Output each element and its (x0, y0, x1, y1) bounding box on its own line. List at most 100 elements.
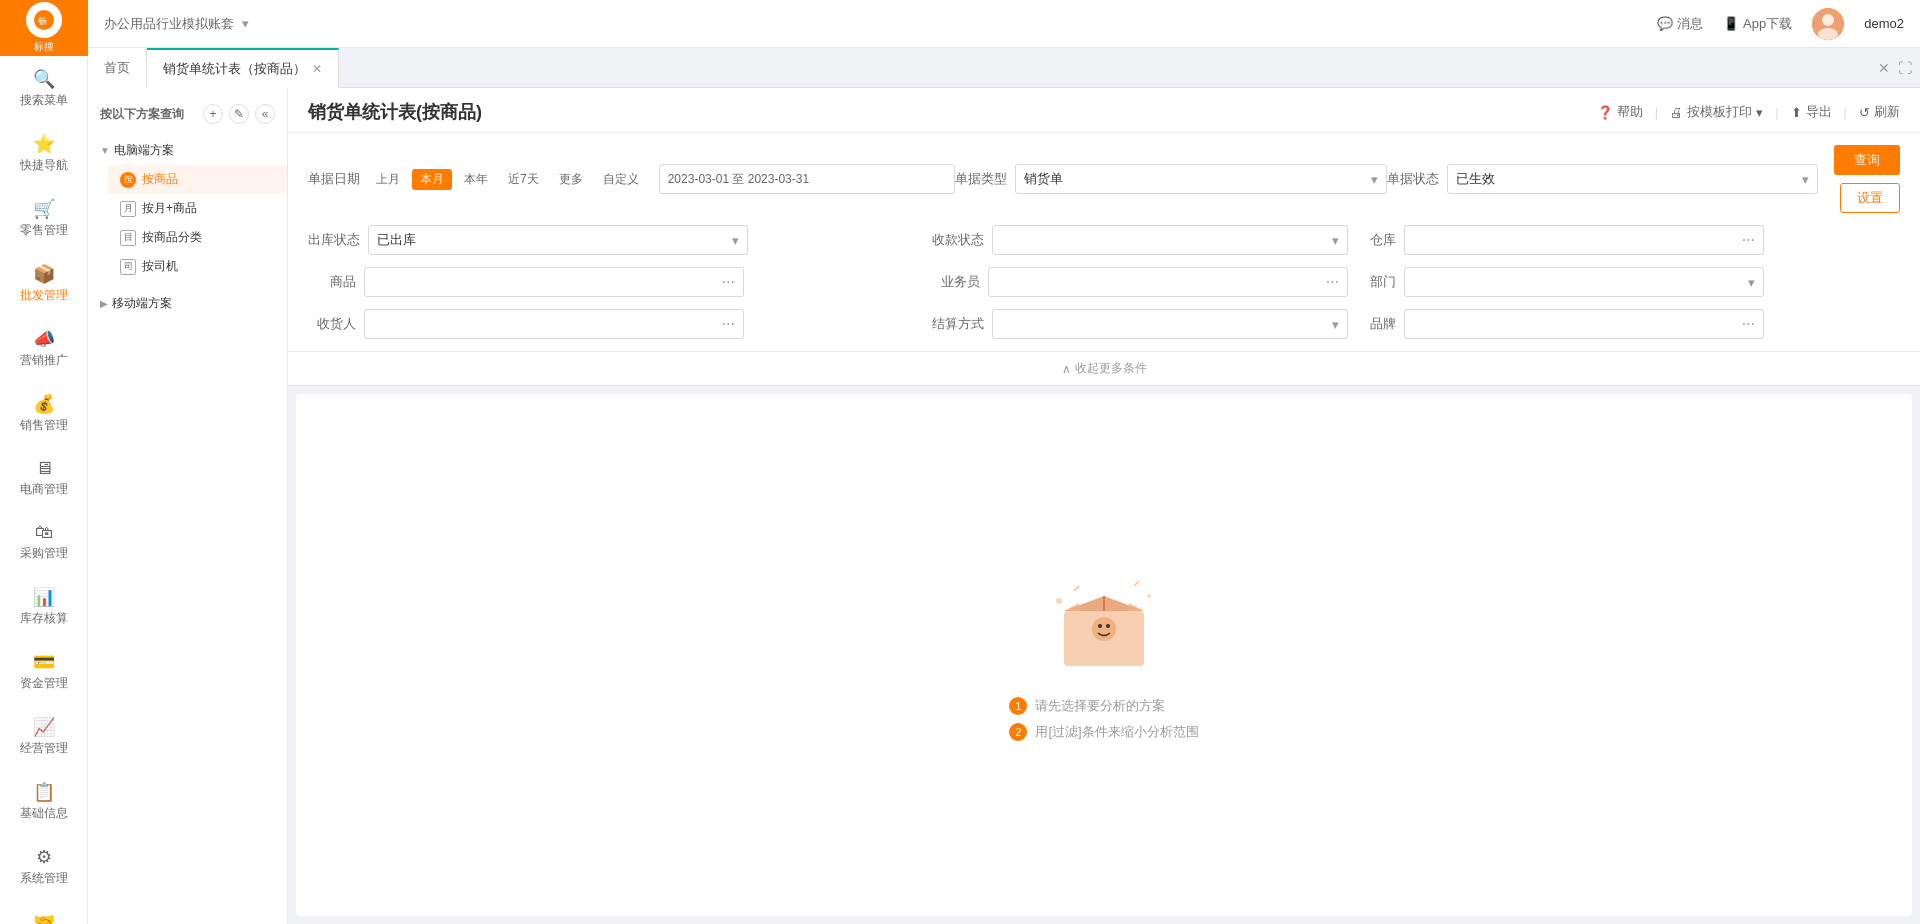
app-download-btn[interactable]: 📱 App下载 (1723, 15, 1792, 33)
brand-label: 品牌 (1348, 315, 1404, 333)
help-label: 帮助 (1617, 103, 1643, 121)
tab-close-all-icon[interactable]: ✕ (1878, 60, 1890, 76)
edit-scheme-btn[interactable]: ✎ (229, 104, 249, 124)
message-icon: 💬 (1657, 16, 1673, 31)
scheme-by-category[interactable]: 目 按商品分类 (108, 223, 287, 252)
dept-label: 部门 (1348, 273, 1404, 291)
app-download-label: App下载 (1743, 15, 1792, 33)
collect-status-arrow-icon: ▾ (1332, 233, 1339, 248)
sidebar-item-enterprise[interactable]: 🤝 企业协同 (0, 899, 87, 924)
sidebar-item-ecommerce-label: 电商管理 (20, 481, 68, 498)
date-range-display[interactable]: 2023-03-01 至 2023-03-31 (659, 164, 955, 194)
salesperson-label: 业务员 (932, 273, 988, 291)
scheme-by-driver[interactable]: 司 按司机 (108, 252, 287, 281)
help-btn[interactable]: ❓ 帮助 (1597, 103, 1643, 121)
tab-close-icon[interactable]: ✕ (312, 62, 322, 76)
tab-home-label: 首页 (104, 59, 130, 77)
empty-state: 1 请先选择要分析的方案 2 用[过滤]条件来缩小分析范围 (296, 394, 1912, 916)
date-this-year[interactable]: 本年 (456, 169, 496, 190)
print-btn[interactable]: 🖨 按模板打印 ▾ (1670, 103, 1763, 121)
logo[interactable]: 畅 标搜 (0, 0, 88, 56)
date-shortcuts: 上月 本月 本年 近7天 更多 自定义 (368, 169, 647, 190)
top-header: 办公用品行业模拟账套 ▾ 💬 消息 📱 App下载 demo2 (88, 0, 1920, 48)
sidebar-item-shortcut[interactable]: ⭐ 快捷导航 (0, 121, 87, 186)
sidebar-item-sales[interactable]: 💰 销售管理 (0, 381, 87, 446)
svg-point-3 (1822, 14, 1834, 26)
date-more[interactable]: 更多 (551, 169, 591, 190)
filter-brand: 品牌 ··· (1348, 309, 1764, 339)
collect-status-select[interactable]: ▾ (992, 225, 1348, 255)
tab-maximize-icon[interactable]: ⛶ (1898, 60, 1912, 76)
bill-status-select[interactable]: 已生效 ▾ (1447, 164, 1818, 194)
sidebar-item-finance[interactable]: 💳 资金管理 (0, 639, 87, 704)
operation-icon: 📈 (33, 716, 55, 738)
sidebar-item-shortcut-label: 快捷导航 (20, 157, 68, 174)
sidebar-item-inventory[interactable]: 📊 库存核算 (0, 574, 87, 639)
industry-selector[interactable]: 办公用品行业模拟账套 ▾ (104, 15, 249, 33)
print-dropdown-icon: ▾ (1756, 105, 1763, 120)
sidebar-item-operation-label: 经营管理 (20, 740, 68, 757)
warehouse-select[interactable]: ··· (1404, 225, 1764, 255)
receiver-dots-icon: ··· (722, 315, 735, 333)
message-btn[interactable]: 💬 消息 (1657, 15, 1703, 33)
sidebar-item-basic-label: 基础信息 (20, 805, 68, 822)
collapse-label: 收起更多条件 (1075, 360, 1147, 377)
sidebar-item-operation[interactable]: 📈 经营管理 (0, 704, 87, 769)
sidebar-item-purchase[interactable]: 🛍 采购管理 (0, 510, 87, 574)
query-button[interactable]: 查询 (1834, 145, 1900, 175)
sidebar-item-inventory-label: 库存核算 (20, 610, 68, 627)
settings-button[interactable]: 设置 (1840, 183, 1900, 213)
tab-home[interactable]: 首页 (88, 48, 147, 88)
sidebar-item-retail[interactable]: 🛒 零售管理 (0, 186, 87, 251)
inventory-icon: 📊 (33, 586, 55, 608)
add-scheme-btn[interactable]: + (203, 104, 223, 124)
scheme-by-goods[interactable]: 按 按商品 (108, 165, 287, 194)
sidebar-menu: 🔍 搜索菜单 ⭐ 快捷导航 🛒 零售管理 📦 批发管理 📣 营销推广 💰 销售管… (0, 56, 87, 924)
chevron-down-icon: ▼ (100, 145, 110, 156)
bill-type-value: 销货单 (1024, 170, 1063, 188)
help-icon: ❓ (1597, 105, 1613, 120)
warehouse-label: 仓库 (1348, 231, 1404, 249)
scheme-by-month-icon: 月 (120, 201, 136, 217)
out-status-select[interactable]: 已出库 ▾ (368, 225, 748, 255)
sidebar-item-wholesale[interactable]: 📦 批发管理 (0, 251, 87, 316)
goods-select[interactable]: ··· (364, 267, 744, 297)
out-status-value: 已出库 (377, 231, 416, 249)
pc-scheme-group-header[interactable]: ▼ 电脑端方案 (88, 136, 287, 165)
sidebar-item-system[interactable]: ⚙ 系统管理 (0, 834, 87, 899)
date-custom[interactable]: 自定义 (595, 169, 647, 190)
payment-select[interactable]: ▾ (992, 309, 1348, 339)
user-avatar[interactable] (1812, 8, 1844, 40)
date-last-month[interactable]: 上月 (368, 169, 408, 190)
bill-type-select[interactable]: 销货单 ▾ (1015, 164, 1386, 194)
salesperson-select[interactable]: ··· (988, 267, 1348, 297)
sidebar-item-ecommerce[interactable]: 🖥 电商管理 (0, 446, 87, 510)
export-btn[interactable]: ⬆ 导出 (1791, 103, 1832, 121)
user-name: demo2 (1864, 16, 1904, 31)
svg-point-9 (1106, 624, 1110, 628)
brand-select[interactable]: ··· (1404, 309, 1764, 339)
dept-select[interactable]: ▾ (1404, 267, 1764, 297)
tab-sales-stat[interactable]: 销货单统计表（按商品） ✕ (147, 48, 339, 88)
filter-goods: 商品 ··· (308, 267, 932, 297)
step-2-text: 用[过滤]条件来缩小分析范围 (1035, 723, 1198, 741)
date-this-month[interactable]: 本月 (412, 169, 452, 190)
refresh-btn[interactable]: ↺ 刷新 (1859, 103, 1900, 121)
scheme-by-month-goods[interactable]: 月 按月+商品 (108, 194, 287, 223)
collapse-filters-btn[interactable]: ∧ 收起更多条件 (1062, 360, 1147, 377)
page-actions: ❓ 帮助 | 🖨 按模板打印 ▾ | ⬆ 导出 | (1597, 103, 1900, 121)
receiver-select[interactable]: ··· (364, 309, 744, 339)
date-last-7-days[interactable]: 近7天 (500, 169, 547, 190)
collapse-panel-btn[interactable]: « (255, 104, 275, 124)
marketing-icon: 📣 (33, 328, 55, 350)
sidebar-item-search[interactable]: 🔍 搜索菜单 (0, 56, 87, 121)
mobile-scheme-group-header[interactable]: ▶ 移动端方案 (88, 289, 287, 318)
step-2-num: 2 (1009, 723, 1027, 741)
svg-point-7 (1092, 617, 1116, 641)
refresh-label: 刷新 (1874, 103, 1900, 121)
print-label: 按模板打印 (1687, 103, 1752, 121)
out-status-arrow-icon: ▾ (732, 233, 739, 248)
scheme-by-goods-icon: 按 (120, 172, 136, 188)
sidebar-item-basic[interactable]: 📋 基础信息 (0, 769, 87, 834)
sidebar-item-marketing[interactable]: 📣 营销推广 (0, 316, 87, 381)
